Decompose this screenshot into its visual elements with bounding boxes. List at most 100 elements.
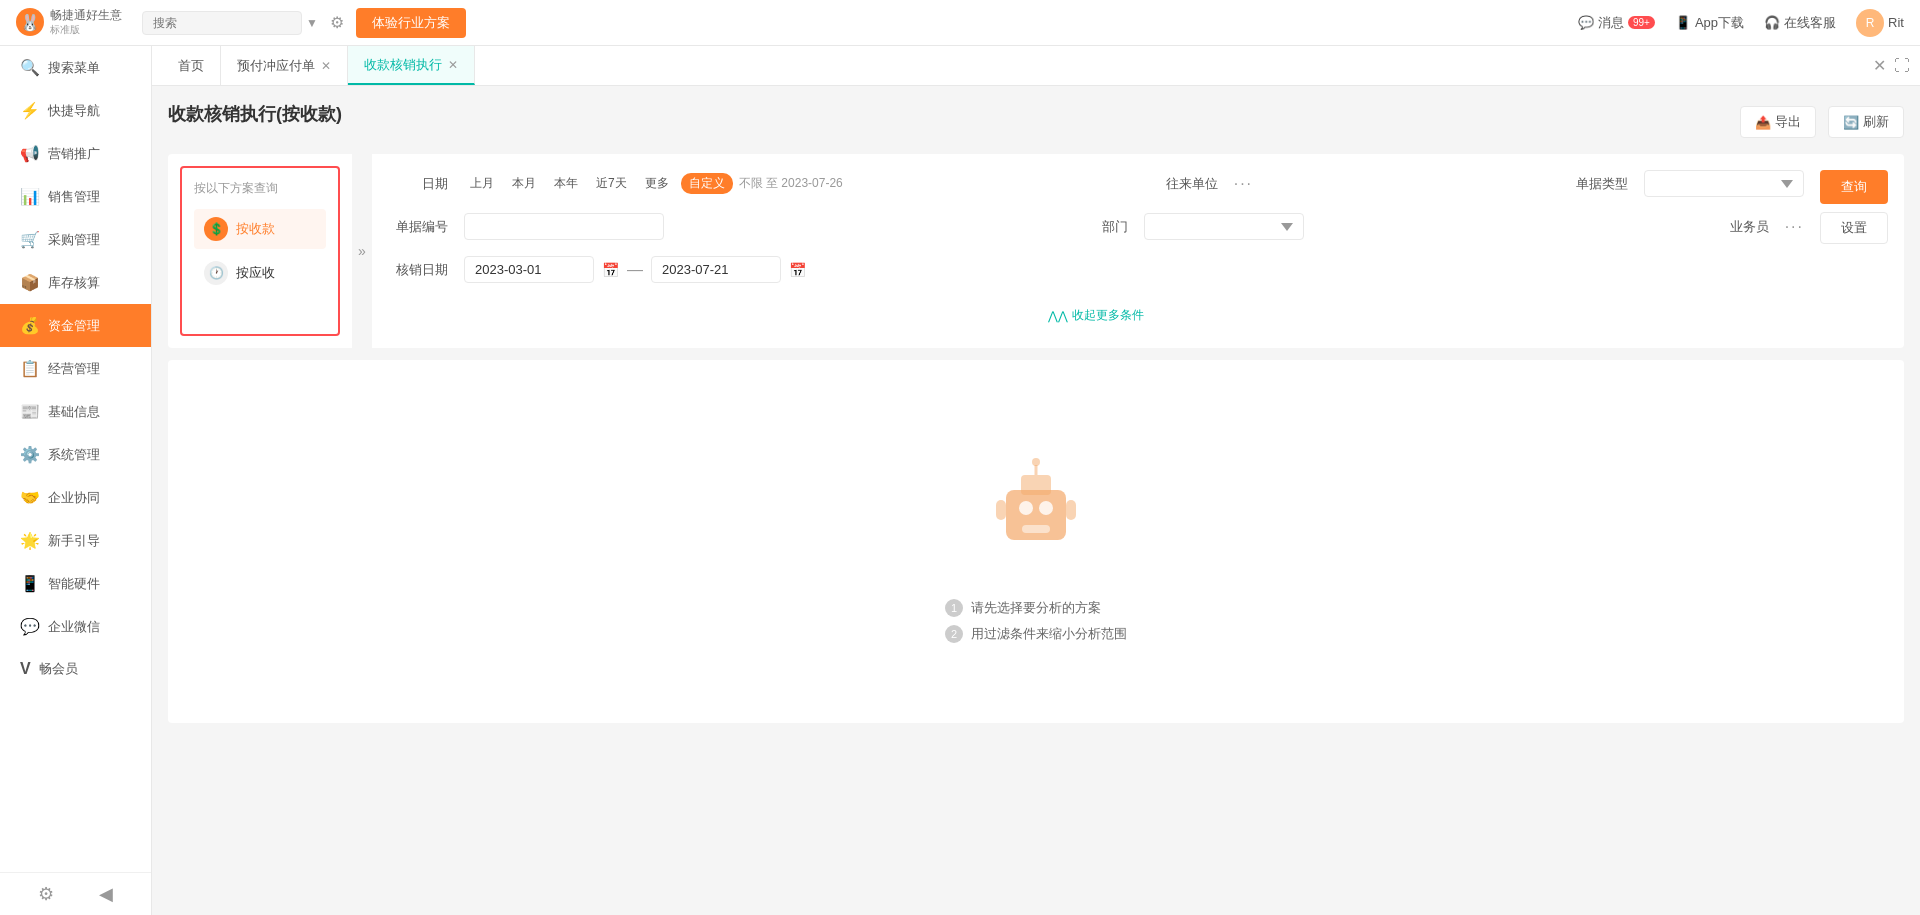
sidebar-item-label-basic: 基础信息 (48, 403, 100, 421)
export-btn[interactable]: 📤 导出 (1740, 106, 1816, 138)
sidebar-item-finance[interactable]: 💰 资金管理 (0, 304, 151, 347)
tab-writeoff-close[interactable]: ✕ (448, 58, 458, 72)
refresh-label: 刷新 (1863, 113, 1889, 131)
bill-no-input[interactable] (464, 213, 664, 240)
message-btn[interactable]: 💬 消息 99+ (1578, 14, 1655, 32)
settings-btn[interactable]: 设置 (1820, 212, 1888, 244)
filter-option-by-receivable[interactable]: 🕐 按应收 (194, 253, 326, 293)
svg-rect-4 (1022, 525, 1050, 533)
settings-icon[interactable]: ⚙ (330, 13, 344, 32)
marketing-icon: 📢 (20, 144, 40, 163)
sidebar: 🔍 搜索菜单 ⚡ 快捷导航 📢 营销推广 📊 销售管理 🛒 采购管理 📦 库存核… (0, 46, 152, 915)
dept-label: 部门 (1068, 218, 1128, 236)
finance-icon: 💰 (20, 316, 40, 335)
sidebar-item-purchase[interactable]: 🛒 采购管理 (0, 218, 151, 261)
sidebar-item-corp[interactable]: 🤝 企业协同 (0, 476, 151, 519)
sidebar-item-basic-info[interactable]: 📰 基础信息 (0, 390, 151, 433)
writeoff-date-range: 📅 — 📅 (464, 256, 806, 283)
sidebar-item-search[interactable]: 🔍 搜索菜单 (0, 46, 151, 89)
settings-bottom-icon[interactable]: ⚙ (38, 883, 54, 905)
refresh-btn[interactable]: 🔄 刷新 (1828, 106, 1904, 138)
online-service-btn[interactable]: 🎧 在线客服 (1764, 14, 1836, 32)
date-custom[interactable]: 自定义 (681, 173, 733, 194)
tab-prepay-label: 预付冲应付单 (237, 57, 315, 75)
tab-prepay[interactable]: 预付冲应付单 ✕ (221, 46, 348, 85)
empty-icon (976, 440, 1096, 579)
svg-point-8 (1032, 458, 1040, 466)
app-download-btn[interactable]: 📱 App下载 (1675, 14, 1744, 32)
search-menu-icon: 🔍 (20, 58, 40, 77)
sidebar-item-member[interactable]: V 畅会员 (0, 648, 151, 690)
download-icon: 📱 (1675, 15, 1691, 30)
sidebar-item-hardware[interactable]: 📱 智能硬件 (0, 562, 151, 605)
step-2-num: 2 (945, 625, 963, 643)
sidebar-item-wechat[interactable]: 💬 企业微信 (0, 605, 151, 648)
sidebar-item-marketing[interactable]: 📢 营销推广 (0, 132, 151, 175)
filter-option-by-receipt[interactable]: 💲 按收款 (194, 209, 326, 249)
writeoff-from-cal-icon[interactable]: 📅 (602, 262, 619, 278)
tab-close-all-icon[interactable]: ✕ (1873, 56, 1886, 75)
sidebar-item-nav[interactable]: ⚡ 快捷导航 (0, 89, 151, 132)
sidebar-item-label-corp: 企业协同 (48, 489, 100, 507)
filter-options-panel: 按以下方案查询 💲 按收款 🕐 按应收 (180, 166, 340, 336)
sidebar-item-guide[interactable]: 🌟 新手引导 (0, 519, 151, 562)
content-area: 首页 预付冲应付单 ✕ 收款核销执行 ✕ ✕ ⛶ 收款核销执行(按收款) 📤 (152, 46, 1920, 915)
tab-writeoff-label: 收款核销执行 (364, 56, 442, 74)
writeoff-from-input[interactable] (464, 256, 594, 283)
member-icon: V (20, 660, 31, 678)
service-icon: 🎧 (1764, 15, 1780, 30)
sidebar-item-label-member: 畅会员 (39, 660, 78, 678)
receipt-option-label: 按收款 (236, 220, 275, 238)
partner-dots: ··· (1234, 175, 1253, 193)
date-options: 上月 本月 本年 近7天 更多 自定义 不限 至 2023-07-26 (464, 173, 843, 194)
filter-left-title: 按以下方案查询 (194, 180, 326, 197)
query-btn[interactable]: 查询 (1820, 170, 1888, 204)
sidebar-item-sales[interactable]: 📊 销售管理 (0, 175, 151, 218)
dept-select[interactable] (1144, 213, 1304, 240)
svg-point-2 (1019, 501, 1033, 515)
collapse-sidebar-icon[interactable]: ◀ (99, 883, 113, 905)
date-this-year[interactable]: 本年 (548, 173, 584, 194)
writeoff-to-cal-icon[interactable]: 📅 (789, 262, 806, 278)
svg-point-3 (1039, 501, 1053, 515)
expand-more-btn[interactable]: ⋀⋀ 收起更多条件 (388, 299, 1804, 332)
app-download-label: App下载 (1695, 14, 1744, 32)
filter-form: 日期 上月 本月 本年 近7天 更多 自定义 不限 至 2023-07-26 往… (372, 154, 1820, 348)
industry-btn[interactable]: 体验行业方案 (356, 8, 466, 38)
bill-type-select[interactable] (1644, 170, 1804, 197)
empty-step-1-text: 请先选择要分析的方案 (971, 599, 1101, 617)
filter-actions: 查询 设置 (1820, 154, 1904, 348)
filter-collapse-btn[interactable]: » (352, 154, 372, 348)
refresh-icon: 🔄 (1843, 115, 1859, 130)
tab-expand-icon[interactable]: ⛶ (1894, 57, 1910, 75)
date-more[interactable]: 更多 (639, 173, 675, 194)
sidebar-item-label-search: 搜索菜单 (48, 59, 100, 77)
user-info[interactable]: R Rit (1856, 9, 1904, 37)
top-search-input[interactable] (142, 11, 302, 35)
operations-icon: 📋 (20, 359, 40, 378)
svg-rect-5 (996, 500, 1006, 520)
sidebar-item-label-operations: 经营管理 (48, 360, 100, 378)
sidebar-item-inventory[interactable]: 📦 库存核算 (0, 261, 151, 304)
tab-writeoff[interactable]: 收款核销执行 ✕ (348, 46, 475, 85)
receipt-icon: 💲 (204, 217, 228, 241)
empty-illustration (976, 440, 1096, 560)
app-name: 畅捷通好生意 (50, 8, 122, 22)
sidebar-item-operations[interactable]: 📋 经营管理 (0, 347, 151, 390)
date-7days[interactable]: 近7天 (590, 173, 633, 194)
empty-step-2-text: 用过滤条件来缩小分析范围 (971, 625, 1127, 643)
sidebar-item-system[interactable]: ⚙️ 系统管理 (0, 433, 151, 476)
date-last-month[interactable]: 上月 (464, 173, 500, 194)
sidebar-item-label-finance: 资金管理 (48, 317, 100, 335)
user-name: Rit (1888, 15, 1904, 30)
date-this-month[interactable]: 本月 (506, 173, 542, 194)
writeoff-to-input[interactable] (651, 256, 781, 283)
tab-prepay-close[interactable]: ✕ (321, 59, 331, 73)
export-icon: 📤 (1755, 115, 1771, 130)
nav-icon: ⚡ (20, 101, 40, 120)
tab-home[interactable]: 首页 (162, 46, 221, 85)
bill-no-label: 单据编号 (388, 218, 448, 236)
partner-label: 往来单位 (1158, 175, 1218, 193)
date-label: 日期 (388, 175, 448, 193)
sidebar-item-label-hardware: 智能硬件 (48, 575, 100, 593)
